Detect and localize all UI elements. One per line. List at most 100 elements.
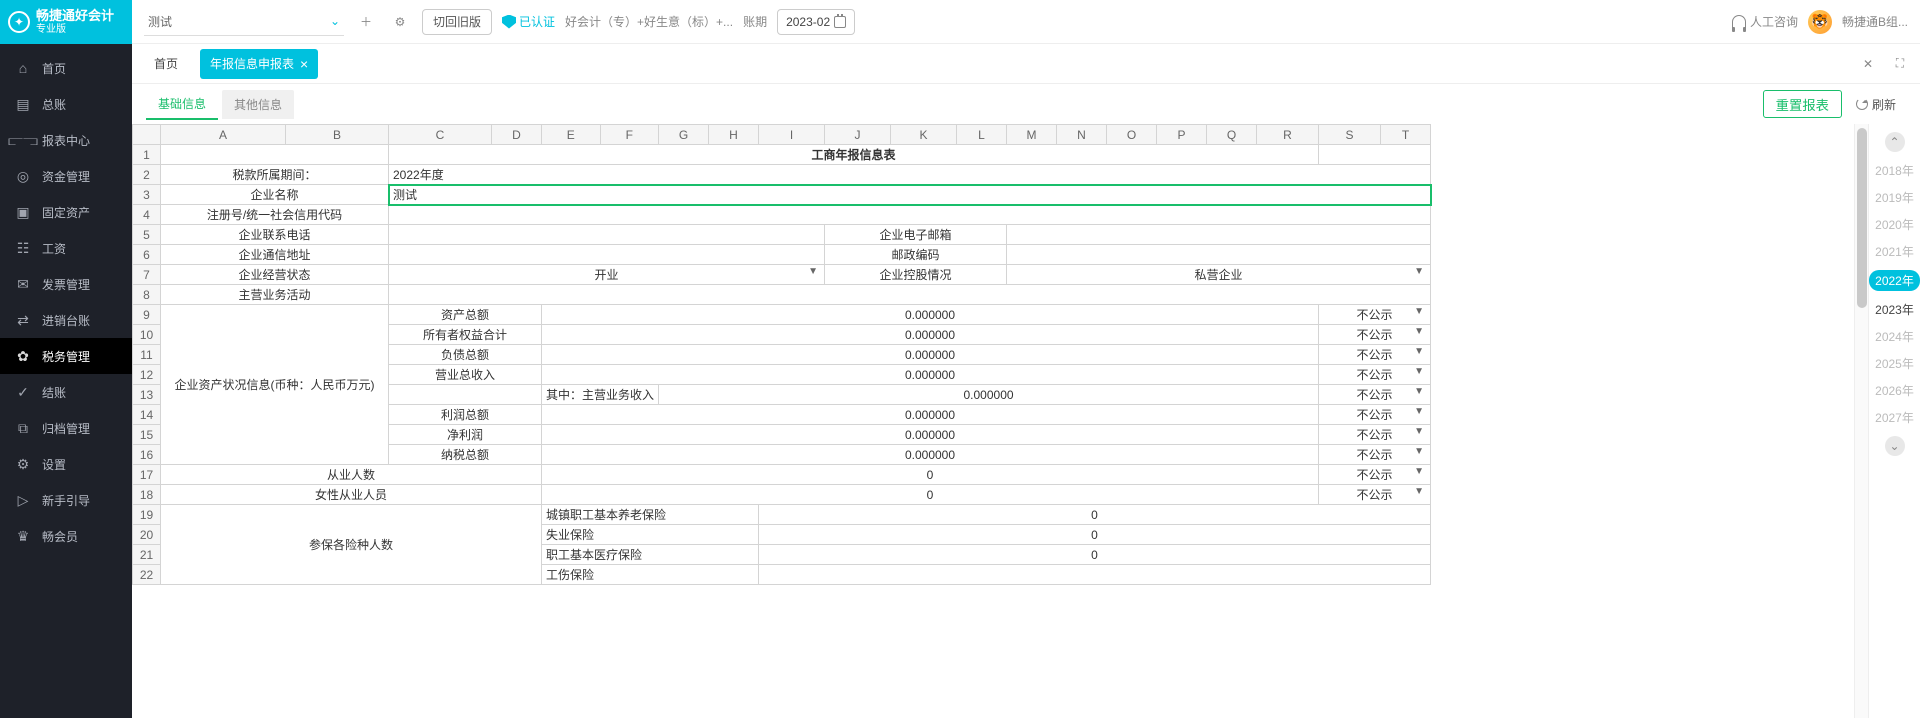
cell[interactable]: 0	[759, 545, 1431, 565]
cell[interactable]: 私营企业	[1007, 265, 1431, 285]
add-button[interactable]: ＋	[354, 10, 378, 34]
col-header[interactable]: D	[492, 125, 542, 145]
col-header[interactable]: S	[1319, 125, 1381, 145]
switch-old-version[interactable]: 切回旧版	[422, 9, 492, 35]
cell[interactable]: 0	[759, 525, 1431, 545]
cell[interactable]: 不公示	[1319, 345, 1431, 365]
cell[interactable]: 0.000000	[542, 365, 1319, 385]
cell[interactable]	[389, 285, 1431, 305]
user-avatar[interactable]: 🐯	[1808, 10, 1832, 34]
col-header[interactable]: M	[1007, 125, 1057, 145]
col-header[interactable]: E	[542, 125, 601, 145]
col-header[interactable]: A	[161, 125, 286, 145]
cell[interactable]: 0.000000	[542, 445, 1319, 465]
refresh-button[interactable]: 刷新	[1846, 96, 1906, 113]
nav-item-stock[interactable]: ⇄进销台账	[0, 302, 132, 338]
cell[interactable]: 0	[542, 465, 1319, 485]
cell[interactable]: 不公示	[1319, 325, 1431, 345]
nav-item-home[interactable]: ⌂首页	[0, 50, 132, 86]
corner-cell[interactable]	[133, 125, 161, 145]
year-up-arrow[interactable]: ⌃	[1885, 132, 1905, 152]
col-header[interactable]: R	[1257, 125, 1319, 145]
cell[interactable]: 不公示	[1319, 485, 1431, 505]
cell[interactable]: 0.000000	[542, 345, 1319, 365]
year-option[interactable]: 2023年	[1875, 301, 1914, 318]
col-header[interactable]: H	[709, 125, 759, 145]
cell[interactable]: 不公示	[1319, 405, 1431, 425]
cell[interactable]: 不公示	[1319, 445, 1431, 465]
cell[interactable]: 0	[542, 485, 1319, 505]
year-option[interactable]: 2027年	[1875, 409, 1914, 426]
col-header[interactable]: G	[659, 125, 709, 145]
cell[interactable]	[759, 565, 1431, 585]
company-select[interactable]: 测试 ⌄	[144, 8, 344, 36]
col-header[interactable]: P	[1157, 125, 1207, 145]
nav-item-tax[interactable]: ✿税务管理	[0, 338, 132, 374]
nav-item-close-period[interactable]: ✓结账	[0, 374, 132, 410]
col-header[interactable]: L	[957, 125, 1007, 145]
company-name-cell[interactable]: 测试	[389, 185, 1431, 205]
cell[interactable]: 不公示	[1319, 385, 1431, 405]
nav-item-archive[interactable]: ⧉归档管理	[0, 410, 132, 446]
subtab-other[interactable]: 其他信息	[222, 90, 294, 119]
close-all-tabs[interactable]: ✕	[1856, 52, 1880, 76]
col-header[interactable]: J	[825, 125, 891, 145]
nav-item-gear[interactable]: ⚙设置	[0, 446, 132, 482]
nav-item-invoice[interactable]: ✉发票管理	[0, 266, 132, 302]
cell[interactable]	[1007, 245, 1431, 265]
cell[interactable]	[389, 225, 825, 245]
cell[interactable]: 开业	[389, 265, 825, 285]
col-header[interactable]: Q	[1207, 125, 1257, 145]
year-option[interactable]: 2025年	[1875, 355, 1914, 372]
col-header[interactable]: C	[389, 125, 492, 145]
cell[interactable]: 0.000000	[542, 305, 1319, 325]
scrollbar-thumb[interactable]	[1857, 128, 1867, 308]
year-option[interactable]: 2026年	[1875, 382, 1914, 399]
reset-report-button[interactable]: 重置报表	[1763, 90, 1842, 118]
tab-home[interactable]: 首页	[142, 44, 190, 84]
cell[interactable]: 不公示	[1319, 465, 1431, 485]
col-header[interactable]: O	[1107, 125, 1157, 145]
cell[interactable]: 不公示	[1319, 305, 1431, 325]
nav-item-guide[interactable]: ▷新手引导	[0, 482, 132, 518]
col-header[interactable]: T	[1381, 125, 1431, 145]
year-option[interactable]: 2022年	[1869, 270, 1920, 291]
year-down-arrow[interactable]: ⌄	[1885, 436, 1905, 456]
nav-item-asset[interactable]: ▣固定资产	[0, 194, 132, 230]
col-header[interactable]: N	[1057, 125, 1107, 145]
col-header[interactable]: B	[286, 125, 389, 145]
tab-close-icon[interactable]: ×	[300, 56, 308, 72]
nav-item-chart[interactable]: ⫍⫎报表中心	[0, 122, 132, 158]
nav-item-vip[interactable]: ♛畅会员	[0, 518, 132, 554]
nav-item-fund[interactable]: ◎资金管理	[0, 158, 132, 194]
year-option[interactable]: 2024年	[1875, 328, 1914, 345]
year-option[interactable]: 2021年	[1875, 243, 1914, 260]
col-header[interactable]: K	[891, 125, 957, 145]
col-header[interactable]: F	[600, 125, 659, 145]
cell[interactable]: 不公示	[1319, 425, 1431, 445]
year-option[interactable]: 2019年	[1875, 189, 1914, 206]
col-header[interactable]: I	[759, 125, 825, 145]
cell[interactable]: 不公示	[1319, 365, 1431, 385]
vertical-scrollbar[interactable]	[1854, 124, 1868, 718]
cell[interactable]: 0.000000	[542, 405, 1319, 425]
year-option[interactable]: 2018年	[1875, 162, 1914, 179]
cell[interactable]: 0.000000	[659, 385, 1319, 405]
cell[interactable]: 0.000000	[542, 425, 1319, 445]
nav-item-ledger[interactable]: ▤总账	[0, 86, 132, 122]
cell[interactable]	[389, 245, 825, 265]
nav-item-salary[interactable]: ☷工资	[0, 230, 132, 266]
cell[interactable]	[1007, 225, 1431, 245]
settings-icon[interactable]: ⚙	[388, 10, 412, 34]
cell[interactable]: 0.000000	[542, 325, 1319, 345]
cell[interactable]: 0	[759, 505, 1431, 525]
period-picker[interactable]: 2023-02	[777, 9, 855, 35]
year-option[interactable]: 2020年	[1875, 216, 1914, 233]
cell[interactable]	[389, 205, 1431, 225]
fullscreen-icon[interactable]: ⛶	[1888, 52, 1912, 76]
subtab-basic[interactable]: 基础信息	[146, 89, 218, 120]
refresh-icon	[1856, 98, 1868, 110]
tab-annual-report[interactable]: 年报信息申报表 ×	[200, 49, 318, 79]
support-button[interactable]: 人工咨询	[1732, 10, 1798, 34]
spreadsheet[interactable]: ABCDEFGHIJKLMNOPQRST1工商年报信息表2税款所属期间：2022…	[132, 124, 1854, 718]
